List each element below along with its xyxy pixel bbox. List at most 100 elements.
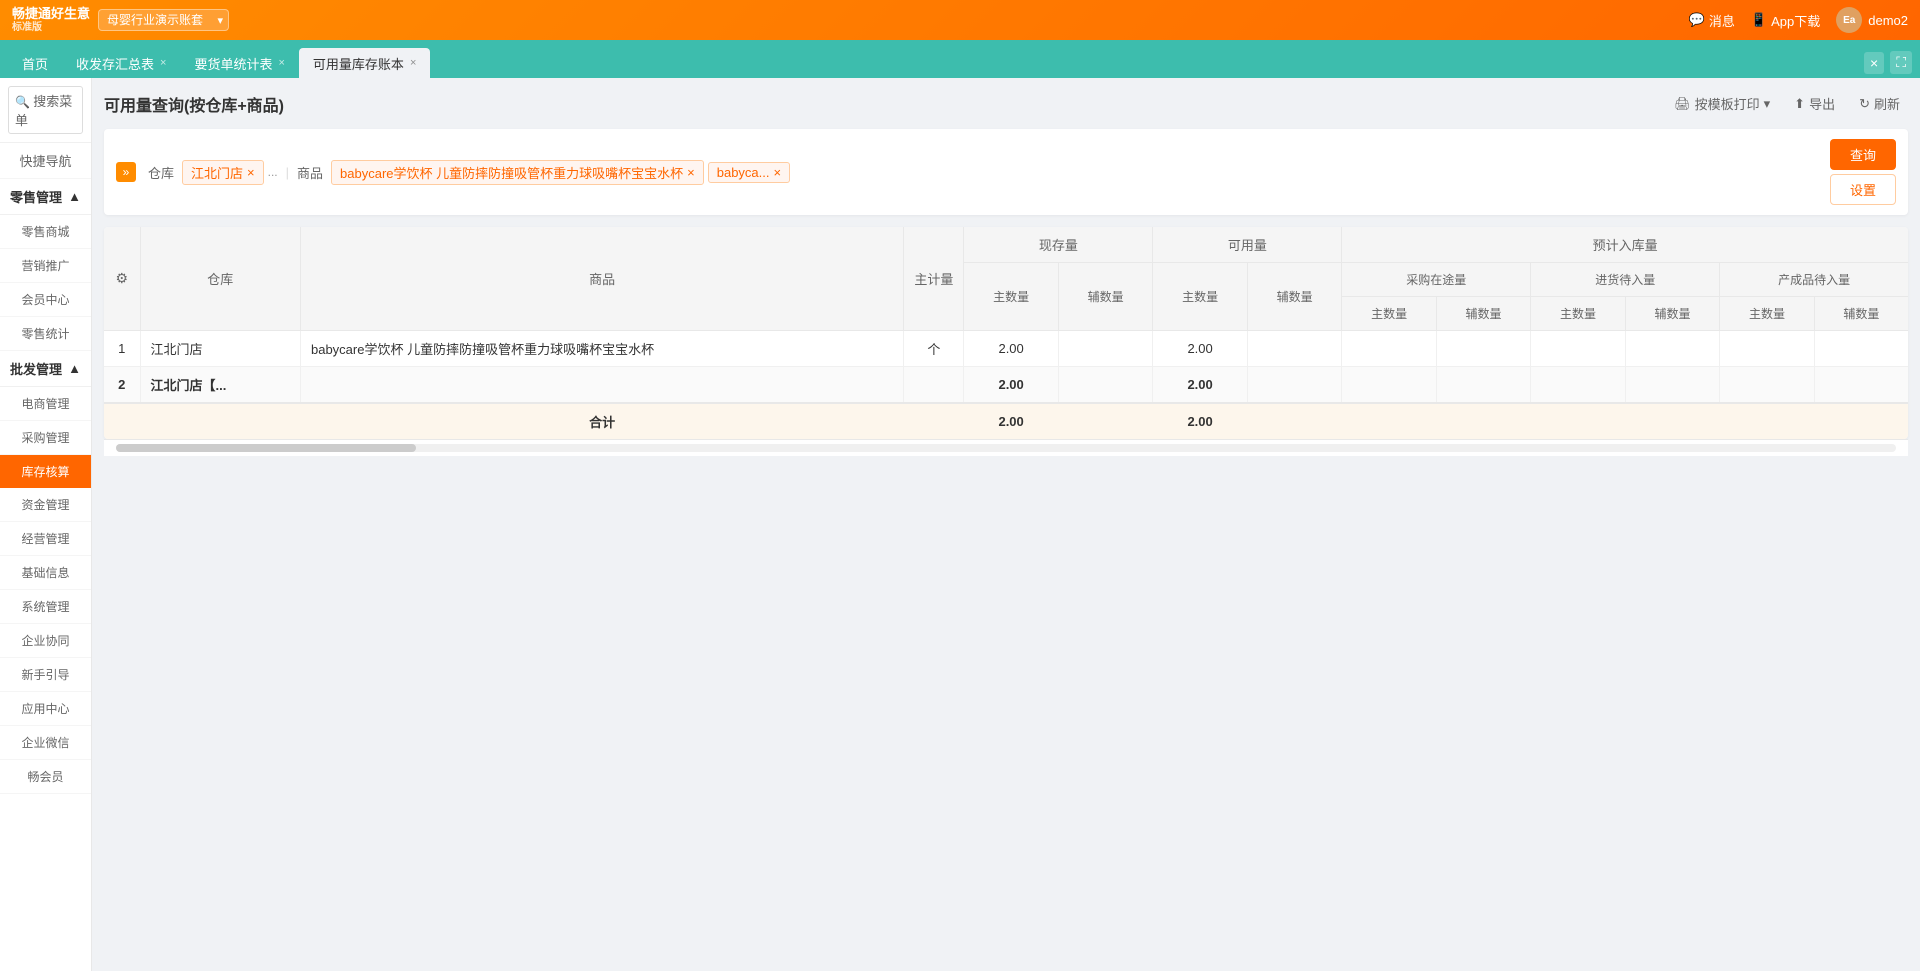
cell-warehouse-group: 江北门店【...	[140, 367, 300, 404]
cell-purchase-main	[1342, 331, 1436, 367]
sidebar-item-members[interactable]: 会员中心	[0, 283, 91, 317]
footer-purchase-sub	[1436, 403, 1530, 439]
message-btn[interactable]: 💬 消息	[1689, 11, 1735, 30]
scrollbar-thumb[interactable]	[116, 444, 416, 452]
footer-incoming-sub	[1625, 403, 1719, 439]
th-incoming-main: 主数量	[1531, 297, 1625, 331]
product-tag1-remove[interactable]: ×	[687, 165, 695, 180]
cell-available-sub	[1247, 331, 1341, 367]
th-product: 商品	[300, 227, 903, 331]
sidebar-item-purchase[interactable]: 采购管理	[0, 421, 91, 455]
footer-available-main: 2.00	[1153, 403, 1247, 439]
tab-receive[interactable]: 收发存汇总表 ×	[62, 48, 180, 78]
sidebar-item-quicknav[interactable]: 快捷导航	[0, 143, 91, 179]
cell-unit-group	[904, 367, 964, 404]
print-btn[interactable]: 🖨 按模板打印 ▾	[1666, 90, 1778, 117]
tab-order[interactable]: 要货单统计表 ×	[180, 48, 298, 78]
fullscreen-btn[interactable]: ⛶	[1890, 51, 1912, 74]
cell-production-main-group	[1720, 367, 1814, 404]
download-btn[interactable]: 📱 App下载	[1751, 11, 1820, 30]
tab-available[interactable]: 可用量库存账本 ×	[299, 48, 430, 78]
export-btn[interactable]: ⬆ 导出	[1786, 90, 1843, 117]
tab-home[interactable]: 首页	[8, 48, 62, 78]
filter-expand-btn[interactable]: »	[116, 162, 136, 182]
cell-current-sub	[1058, 331, 1152, 367]
sidebar-item-ecommerce[interactable]: 电商管理	[0, 387, 91, 421]
print-chevron-icon: ▾	[1764, 96, 1771, 112]
sidebar-item-member[interactable]: 畅会员	[0, 760, 91, 794]
top-bar-left: 畅捷通好生意 标准版 母婴行业演示账套	[12, 6, 229, 34]
product-tags: babycare学饮杯 儿童防摔防撞吸管杯重力球吸嘴杯宝宝水杯 × babyca…	[331, 160, 790, 185]
print-icon: 🖨	[1674, 96, 1691, 112]
scrollbar-track[interactable]	[116, 444, 1896, 452]
footer-current-main: 2.00	[964, 403, 1058, 439]
sidebar-item-retail-stats[interactable]: 零售统计	[0, 317, 91, 351]
warehouse-tag-remove[interactable]: ×	[247, 165, 255, 180]
product-tag1[interactable]: babycare学饮杯 儿童防摔防撞吸管杯重力球吸嘴杯宝宝水杯 ×	[331, 160, 704, 185]
sidebar-item-marketing[interactable]: 营销推广	[0, 249, 91, 283]
th-available-sub: 辅数量	[1247, 263, 1341, 331]
table-row-group: 2 江北门店【... 2.00 2.00	[104, 367, 1908, 404]
search-menu-btn[interactable]: 🔍 搜索菜单	[8, 86, 83, 134]
gear-icon[interactable]: ⚙	[115, 270, 128, 286]
warehouse-more[interactable]: ...	[268, 165, 278, 179]
sidebar-item-guide[interactable]: 新手引导	[0, 658, 91, 692]
cell-production-sub	[1814, 331, 1908, 367]
footer-purchase-main	[1342, 403, 1436, 439]
tab-receive-close[interactable]: ×	[160, 57, 166, 69]
filter-divider: |	[286, 165, 289, 180]
th-purchase-group: 采购在途量	[1342, 263, 1531, 297]
query-btn[interactable]: 查询	[1830, 139, 1896, 170]
cell-incoming-main	[1531, 331, 1625, 367]
sidebar-item-wechat[interactable]: 企业微信	[0, 726, 91, 760]
filter-bar: » 仓库 江北门店 × ... | 商品 babycare学饮杯 儿童	[104, 129, 1908, 215]
tab-bar: 首页 收发存汇总表 × 要货单统计表 × 可用量库存账本 × × ⛶	[0, 40, 1920, 78]
download-icon: 📱	[1751, 12, 1767, 28]
export-icon: ⬆	[1794, 96, 1805, 112]
cell-available-sub-group	[1247, 367, 1341, 404]
cell-production-main	[1720, 331, 1814, 367]
sidebar-item-enterprise[interactable]: 企业协同	[0, 624, 91, 658]
cell-rownum: 1	[104, 331, 140, 367]
tab-bar-actions: × ⛶	[1864, 51, 1912, 74]
warehouse-tag[interactable]: 江北门店 ×	[182, 160, 264, 185]
cell-incoming-sub-group	[1625, 367, 1719, 404]
cell-production-sub-group	[1814, 367, 1908, 404]
sidebar-item-operation[interactable]: 经营管理	[0, 522, 91, 556]
th-current-sub: 辅数量	[1058, 263, 1152, 331]
th-unit: 主计量	[904, 227, 964, 331]
footer-production-sub	[1814, 403, 1908, 439]
main-layout: 🔍 搜索菜单 快捷导航 零售管理▲ 零售商城 营销推广 会员中心 零售统计 批发…	[0, 78, 1920, 971]
cell-current-main-group: 2.00	[964, 367, 1058, 404]
tab-available-close[interactable]: ×	[410, 57, 416, 69]
cell-available-main: 2.00	[1153, 331, 1247, 367]
table-row: 1 江北门店 babycare学饮杯 儿童防摔防撞吸管杯重力球吸嘴杯宝宝水杯 个…	[104, 331, 1908, 367]
tab-order-close[interactable]: ×	[278, 57, 284, 69]
tenant-selector-wrap[interactable]: 母婴行业演示账套	[98, 9, 229, 31]
th-available-group: 可用量	[1153, 227, 1342, 263]
cell-rownum-group: 2	[104, 367, 140, 404]
sidebar-search-section: 🔍 搜索菜单	[0, 78, 91, 143]
sidebar-item-retail[interactable]: 零售管理▲	[0, 179, 91, 215]
product-tag2-remove[interactable]: ×	[774, 165, 782, 180]
refresh-icon: ↻	[1859, 96, 1870, 112]
settings-btn[interactable]: 设置	[1830, 174, 1896, 205]
sidebar-item-appstore[interactable]: 应用中心	[0, 692, 91, 726]
th-purchase-sub: 辅数量	[1436, 297, 1530, 331]
cell-product: babycare学饮杯 儿童防摔防撞吸管杯重力球吸嘴杯宝宝水杯	[300, 331, 903, 367]
refresh-btn[interactable]: ↻ 刷新	[1851, 90, 1908, 117]
sidebar-item-system[interactable]: 系统管理	[0, 590, 91, 624]
product-tag2[interactable]: babyca... ×	[708, 162, 790, 183]
filter-section: 仓库 江北门店 × ... | 商品 babycare学饮杯 儿童防摔防撞吸管杯…	[148, 160, 1818, 185]
page-actions: 🖨 按模板打印 ▾ ⬆ 导出 ↻ 刷新	[1666, 90, 1908, 117]
close-all-btn[interactable]: ×	[1864, 52, 1884, 74]
page-content: 可用量查询(按仓库+商品) 🖨 按模板打印 ▾ ⬆ 导出 ↻ 刷新	[92, 78, 1920, 971]
user-profile[interactable]: Ea demo2	[1836, 7, 1908, 33]
data-table-wrap: ⚙ 仓库 商品 主计量 现存量 可用量 预计入库量 主数量 辅数量	[104, 227, 1908, 439]
sidebar-item-inventory[interactable]: 库存核算	[0, 455, 91, 488]
sidebar-item-finance[interactable]: 资金管理	[0, 488, 91, 522]
tenant-selector[interactable]: 母婴行业演示账套	[98, 9, 229, 31]
sidebar-item-wholesale[interactable]: 批发管理▲	[0, 351, 91, 387]
sidebar-item-basic[interactable]: 基础信息	[0, 556, 91, 590]
sidebar-item-retail-store[interactable]: 零售商城	[0, 215, 91, 249]
